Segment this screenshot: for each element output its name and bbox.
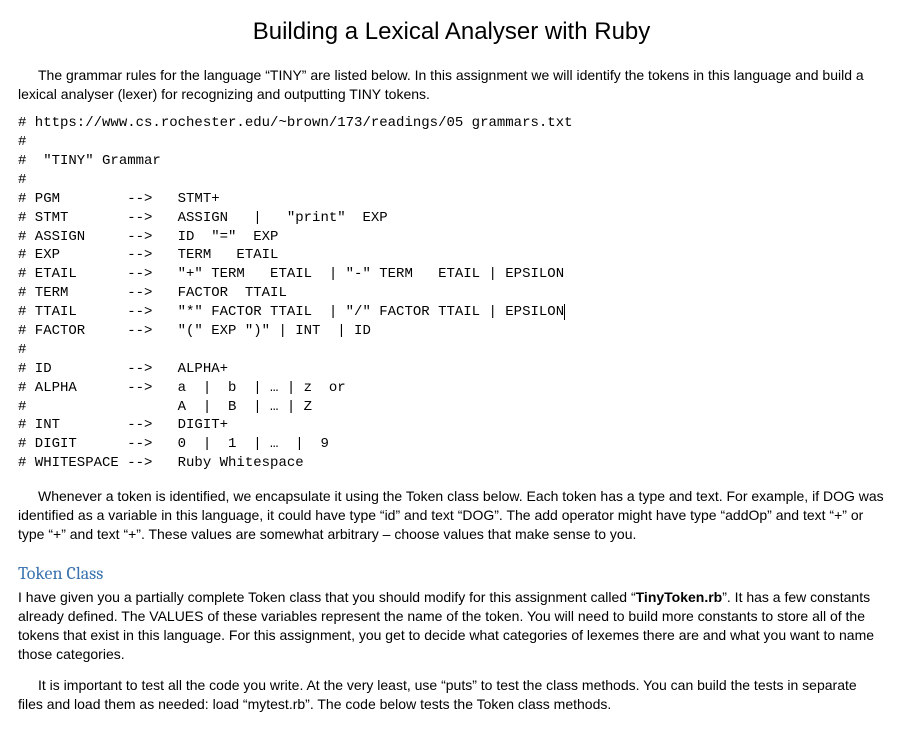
page-title: Building a Lexical Analyser with Ruby bbox=[18, 16, 885, 48]
token-paragraph: Whenever a token is identified, we encap… bbox=[18, 487, 885, 544]
token-class-paragraph-2: It is important to test all the code you… bbox=[18, 676, 885, 714]
token-class-paragraph-1: I have given you a partially complete To… bbox=[18, 588, 885, 664]
token-class-p1-bold: TinyToken.rb bbox=[636, 589, 723, 605]
text-cursor bbox=[564, 304, 565, 320]
grammar-block: # https://www.cs.rochester.edu/~brown/17… bbox=[18, 114, 885, 473]
section-heading-token-class: Token Class bbox=[18, 562, 885, 586]
token-class-p1-a: I have given you a partially complete To… bbox=[18, 589, 636, 605]
intro-paragraph: The grammar rules for the language “TINY… bbox=[18, 66, 885, 104]
